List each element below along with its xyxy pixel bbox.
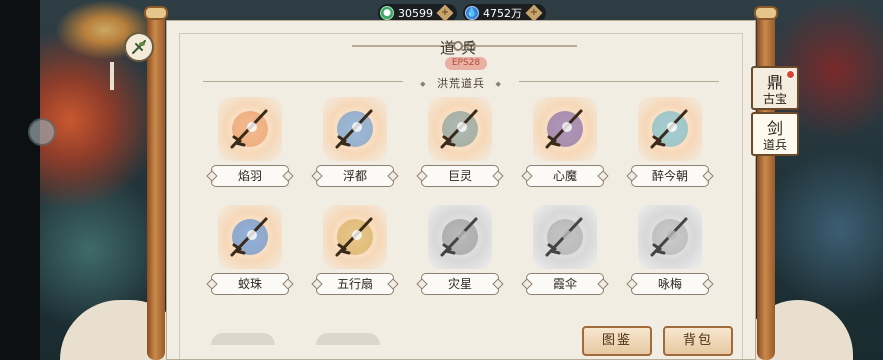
weapon-grid: 焰羽 浮都 巨灵 心魔 醉今朝蛟珠 五行扇 灾星 霞伞 咏梅 bbox=[211, 97, 721, 295]
weapon-item[interactable]: 灾星 bbox=[421, 205, 499, 295]
weapon-name-label: 霞伞 bbox=[526, 273, 604, 295]
sword-icon: 剑 bbox=[766, 119, 783, 138]
weapon-thumbnail bbox=[533, 97, 597, 161]
weapon-item[interactable]: 焰羽 bbox=[211, 97, 289, 187]
weapon-thumbnail bbox=[428, 97, 492, 161]
tab-ancient-treasure[interactable]: 鼎 古宝 bbox=[751, 66, 799, 110]
weapon-item[interactable]: 浮都 bbox=[316, 97, 394, 187]
weapon-thumbnail bbox=[533, 205, 597, 269]
item-thumb-partial bbox=[316, 333, 380, 345]
weapon-art-icon bbox=[440, 217, 478, 257]
scroll-tassel bbox=[110, 62, 114, 90]
notification-dot bbox=[786, 70, 795, 79]
tab-label: 道兵 bbox=[762, 138, 787, 152]
weapon-name-label: 心魔 bbox=[526, 165, 604, 187]
weapon-name-label: 浮都 bbox=[316, 165, 394, 187]
weapon-name-label: 咏梅 bbox=[631, 273, 709, 295]
weapon-thumbnail bbox=[218, 97, 282, 161]
tab-label: 古宝 bbox=[762, 92, 787, 106]
weapon-name-label: 醉今朝 bbox=[631, 165, 709, 187]
add-spirit-button[interactable] bbox=[525, 4, 543, 22]
item-thumb-partial bbox=[211, 333, 275, 345]
weapon-item[interactable]: 蛟珠 bbox=[211, 205, 289, 295]
section-title-text: 洪荒道兵 bbox=[437, 77, 485, 90]
jade-coin-icon: ● bbox=[380, 6, 394, 20]
weapon-name-label: 焰羽 bbox=[211, 165, 289, 187]
weapon-item[interactable]: 巨灵 bbox=[421, 97, 499, 187]
weapon-art-icon bbox=[545, 217, 583, 257]
codex-button[interactable]: 图鉴 bbox=[582, 326, 652, 356]
weapon-item[interactable]: 醉今朝 bbox=[631, 97, 709, 187]
weapon-thumbnail bbox=[638, 205, 702, 269]
weapon-art-icon bbox=[440, 109, 478, 149]
weapon-thumbnail bbox=[323, 205, 387, 269]
weapon-name-label: 五行扇 bbox=[316, 273, 394, 295]
scroll-rod-right bbox=[754, 6, 778, 360]
cauldron-icon: 鼎 bbox=[766, 73, 783, 92]
weapon-name-label: 蛟珠 bbox=[211, 273, 289, 295]
panel-title: 道兵 bbox=[439, 39, 482, 57]
spirit-amount: 4752万 bbox=[483, 7, 522, 20]
weapon-art-icon bbox=[545, 109, 583, 149]
backpack-button[interactable]: 背包 bbox=[663, 326, 733, 356]
close-scroll-button[interactable] bbox=[124, 32, 154, 62]
section-header: 洪荒道兵 bbox=[203, 75, 719, 91]
weapon-thumbnail bbox=[428, 205, 492, 269]
weapon-item[interactable]: 霞伞 bbox=[526, 205, 604, 295]
section-title: 洪荒道兵 bbox=[203, 75, 719, 91]
water-drop-icon: 💧 bbox=[465, 6, 479, 20]
weapon-name-label: 巨灵 bbox=[421, 165, 499, 187]
eps-badge: EPS28 bbox=[445, 57, 487, 70]
add-jade-button[interactable] bbox=[436, 4, 454, 22]
weapon-item[interactable]: 五行扇 bbox=[316, 205, 394, 295]
weapon-art-icon bbox=[650, 217, 688, 257]
jade-amount: 30599 bbox=[398, 6, 433, 20]
weapon-art-icon bbox=[335, 217, 373, 257]
weapon-art-icon bbox=[230, 109, 268, 149]
leaf-icon bbox=[132, 40, 146, 54]
scroll-rod-left bbox=[144, 6, 168, 360]
weapon-art-icon bbox=[230, 217, 268, 257]
weapon-thumbnail bbox=[323, 97, 387, 161]
weapon-thumbnail bbox=[218, 205, 282, 269]
left-edge-strip bbox=[0, 0, 40, 360]
weapon-item[interactable]: 心魔 bbox=[526, 97, 604, 187]
weapon-collection-panel: 道兵 EPS28 洪荒道兵 焰羽 浮都 巨灵 心魔 醉今朝蛟珠 五行扇 灾星 霞伞 咏梅 bbox=[166, 20, 756, 360]
next-row-partial bbox=[211, 333, 411, 345]
weapon-name-label: 灾星 bbox=[421, 273, 499, 295]
weapon-art-icon bbox=[335, 109, 373, 149]
rod-cap bbox=[144, 6, 168, 20]
floating-orb-button[interactable] bbox=[28, 118, 56, 146]
weapon-item[interactable]: 咏梅 bbox=[631, 205, 709, 295]
weapon-art-icon bbox=[650, 109, 688, 149]
tab-spirit-weapon[interactable]: 剑 道兵 bbox=[751, 112, 799, 156]
weapon-thumbnail bbox=[638, 97, 702, 161]
rod-cap bbox=[754, 6, 778, 20]
